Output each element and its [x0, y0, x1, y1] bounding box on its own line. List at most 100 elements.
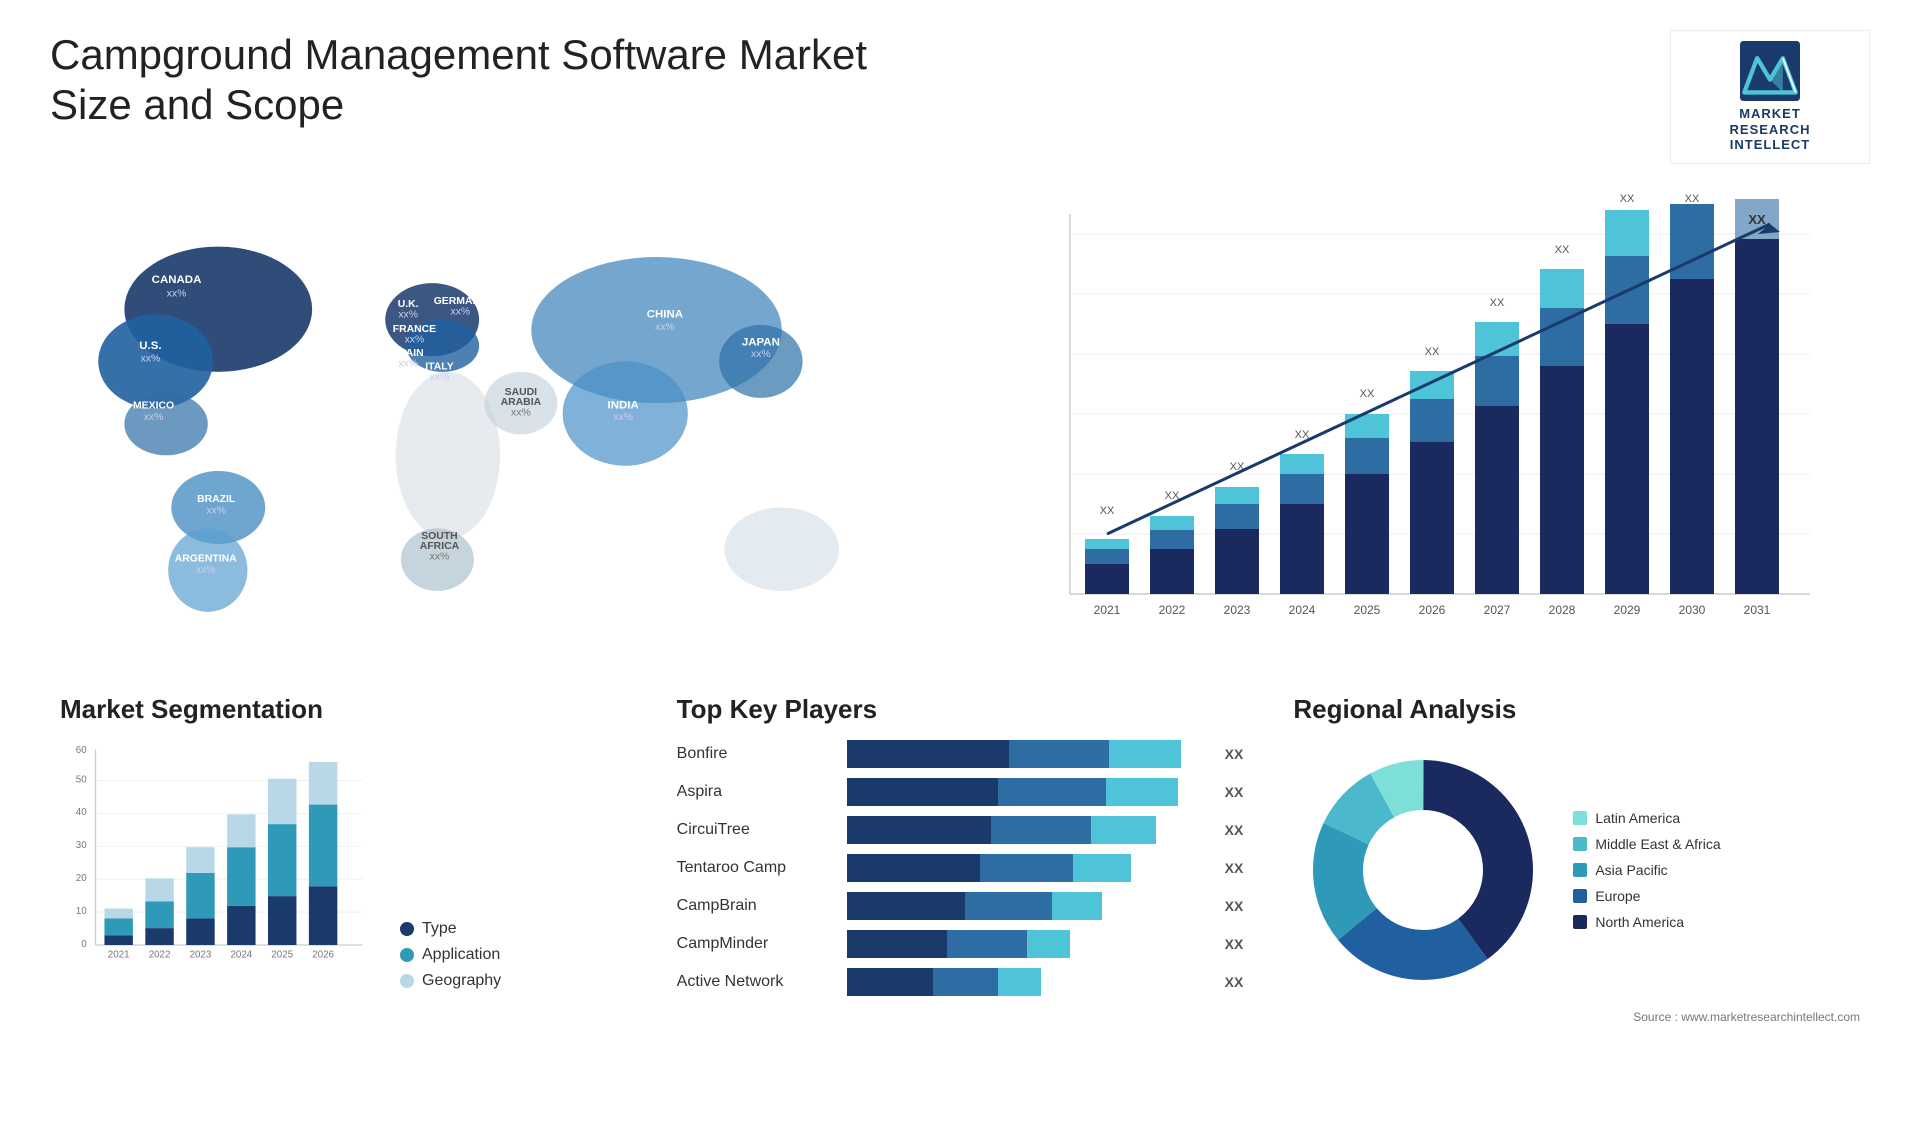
- svg-text:xx%: xx%: [167, 288, 187, 299]
- bar-mid: [947, 930, 1026, 958]
- svg-text:xx%: xx%: [141, 353, 161, 364]
- bar-dark: [847, 930, 948, 958]
- player-value: XX: [1225, 974, 1244, 990]
- bar-mid: [933, 968, 998, 996]
- svg-text:xx%: xx%: [450, 306, 470, 317]
- svg-text:30: 30: [76, 840, 87, 851]
- donut-and-legend: Latin America Middle East & Africa Asia …: [1293, 740, 1860, 1000]
- svg-text:XX: XX: [1748, 212, 1766, 227]
- legend-item-type: Type: [400, 920, 501, 938]
- bar-light: [1073, 854, 1131, 882]
- svg-text:AFRICA: AFRICA: [420, 541, 460, 552]
- player-bar: [847, 854, 1207, 882]
- legend-dot-type: [400, 922, 414, 936]
- player-bar-container: [847, 854, 1207, 882]
- header: Campground Management Software Market Si…: [50, 30, 1870, 164]
- svg-text:INDIA: INDIA: [608, 399, 639, 411]
- svg-text:20: 20: [76, 873, 87, 884]
- regional-title: Regional Analysis: [1293, 694, 1860, 725]
- segmentation-legend: Type Application Geography: [400, 920, 501, 990]
- svg-text:xx%: xx%: [196, 565, 216, 576]
- bar-mid: [980, 854, 1074, 882]
- legend-item-geography: Geography: [400, 972, 501, 990]
- svg-text:2026: 2026: [1419, 603, 1446, 617]
- player-name: Active Network: [677, 973, 837, 991]
- svg-text:SOUTH: SOUTH: [421, 531, 457, 542]
- segmentation-chart: 0 10 20 30 40 50 60: [60, 740, 380, 990]
- svg-text:CHINA: CHINA: [647, 308, 683, 320]
- svg-text:xx%: xx%: [430, 551, 450, 562]
- bar-mid: [991, 816, 1092, 844]
- svg-text:BRAZIL: BRAZIL: [197, 494, 236, 505]
- bar-dark: [847, 778, 998, 806]
- regional-legend-latin-america: Latin America: [1573, 810, 1720, 826]
- svg-text:2022: 2022: [1159, 603, 1186, 617]
- player-bar: [847, 892, 1207, 920]
- growth-chart: XX 2021 XX 2022 XX 2023 XX 2024: [990, 194, 1850, 654]
- player-bar-container: [847, 778, 1207, 806]
- world-map: CANADA xx% U.S. xx% MEXICO xx% BRAZIL xx…: [50, 184, 950, 664]
- player-bar: [847, 930, 1207, 958]
- bar-dark: [847, 740, 1009, 768]
- svg-text:SAUDI: SAUDI: [505, 387, 538, 398]
- svg-text:2025: 2025: [1354, 603, 1381, 617]
- player-row-aspira: Aspira XX: [677, 778, 1244, 806]
- svg-text:xx%: xx%: [430, 372, 450, 383]
- bar-light: [1091, 816, 1156, 844]
- svg-text:60: 60: [76, 745, 87, 756]
- player-value: XX: [1225, 822, 1244, 838]
- player-bar-container: [847, 816, 1207, 844]
- players-title: Top Key Players: [677, 694, 1244, 725]
- legend-color-europe: [1573, 889, 1587, 903]
- svg-text:XX: XX: [1360, 388, 1375, 400]
- svg-text:GERMANY: GERMANY: [434, 296, 487, 307]
- player-row-circuitree: CircuiTree XX: [677, 816, 1244, 844]
- player-value: XX: [1225, 936, 1244, 952]
- svg-text:MEXICO: MEXICO: [133, 400, 174, 411]
- regional-section: Regional Analysis: [1283, 684, 1870, 1034]
- player-bar-container: [847, 892, 1207, 920]
- svg-text:0: 0: [81, 939, 87, 950]
- regional-legend-mea: Middle East & Africa: [1573, 836, 1720, 852]
- player-name: CampBrain: [677, 897, 837, 915]
- bar-mid: [998, 778, 1106, 806]
- player-bar-container: [847, 740, 1207, 768]
- page-container: Campground Management Software Market Si…: [0, 0, 1920, 1146]
- legend-dot-geography: [400, 974, 414, 988]
- svg-text:xx%: xx%: [405, 334, 425, 345]
- svg-text:2031: 2031: [1744, 603, 1771, 617]
- player-bar: [847, 968, 1207, 996]
- bar-light: [1052, 892, 1102, 920]
- svg-text:xx%: xx%: [398, 358, 418, 369]
- svg-text:xx%: xx%: [751, 349, 771, 360]
- svg-text:2027: 2027: [1484, 603, 1511, 617]
- svg-text:xx%: xx%: [511, 407, 531, 418]
- player-value: XX: [1225, 784, 1244, 800]
- player-name: CircuiTree: [677, 821, 837, 839]
- bar-light: [1106, 778, 1178, 806]
- player-name: CampMinder: [677, 935, 837, 953]
- svg-text:SPAIN: SPAIN: [393, 348, 424, 359]
- bar-light: [1027, 930, 1070, 958]
- segmentation-title: Market Segmentation: [60, 694, 627, 725]
- donut-chart: [1293, 740, 1553, 1000]
- svg-text:xx%: xx%: [613, 412, 633, 423]
- player-row-activenetwork: Active Network XX: [677, 968, 1244, 996]
- page-title: Campground Management Software Market Si…: [50, 30, 950, 131]
- legend-color-asia-pacific: [1573, 863, 1587, 877]
- legend-item-application: Application: [400, 946, 501, 964]
- svg-text:XX: XX: [1555, 244, 1570, 256]
- svg-text:XX: XX: [1100, 505, 1115, 517]
- players-section: Top Key Players Bonfire XX Aspira: [667, 684, 1254, 1034]
- svg-text:XX: XX: [1425, 346, 1440, 358]
- svg-text:ITALY: ITALY: [425, 362, 453, 373]
- player-name: Tentaroo Camp: [677, 859, 837, 877]
- logo-container: MARKET RESEARCH INTELLECT: [1670, 30, 1870, 164]
- bar-dark: [847, 892, 966, 920]
- legend-dot-application: [400, 948, 414, 962]
- svg-text:50: 50: [76, 774, 87, 785]
- logo-text: MARKET RESEARCH INTELLECT: [1730, 106, 1811, 153]
- svg-text:xx%: xx%: [655, 322, 675, 333]
- svg-text:XX: XX: [1490, 297, 1505, 309]
- svg-text:xx%: xx%: [398, 309, 418, 320]
